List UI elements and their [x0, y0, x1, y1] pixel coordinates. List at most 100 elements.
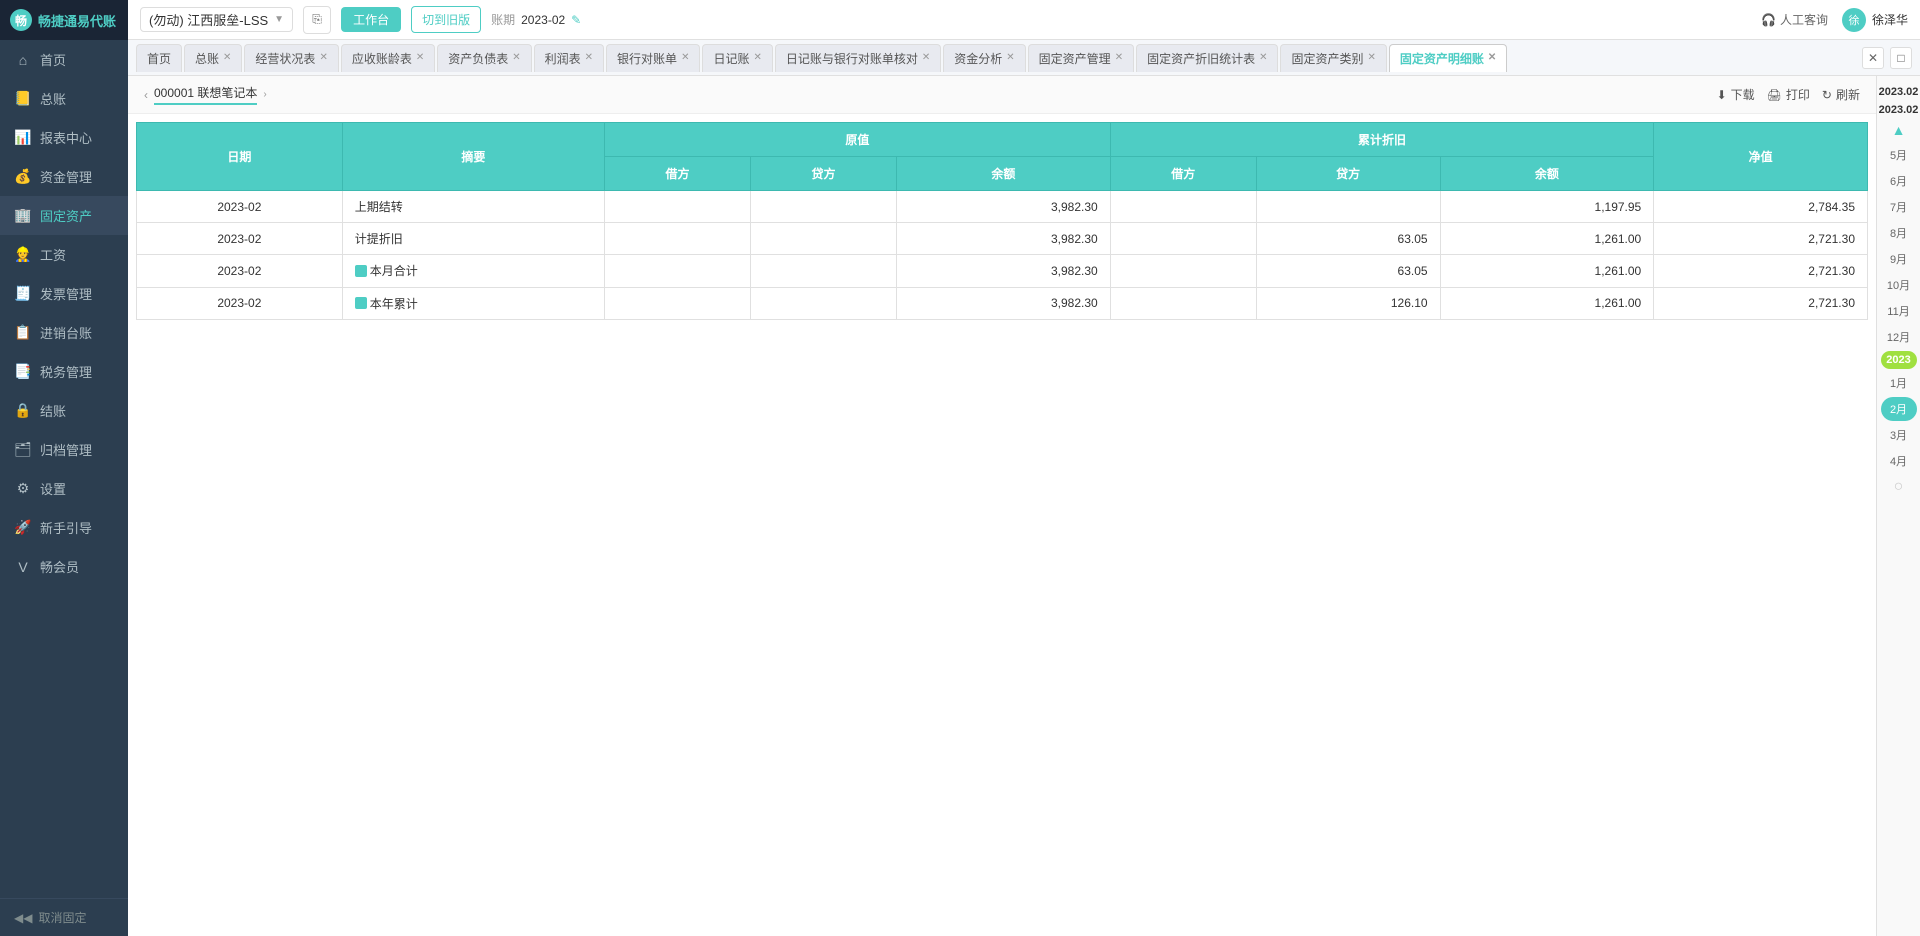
download-btn[interactable]: ⬇ 下载 — [1717, 86, 1755, 103]
main-area: (勿动) 江西服垒-LSS ▼ ⎘ 工作台 切到旧版 账期 2023-02 ✎ … — [128, 0, 1920, 936]
timeline-month-5[interactable]: 5月 — [1881, 143, 1917, 167]
timeline-month-11[interactable]: 11月 — [1881, 299, 1917, 323]
company-arrow-icon: ▼ — [274, 14, 284, 25]
table-row: 2023-02计提折旧3,982.3063.051,261.002,721.30 — [137, 223, 1868, 255]
breadcrumb-item: 000001 联想笔记本 — [154, 84, 257, 105]
breadcrumb-back-btn[interactable]: ‹ — [144, 88, 148, 102]
timeline-month-1[interactable]: 1月 — [1881, 371, 1917, 395]
tab-business[interactable]: 经营状况表 ✕ — [244, 44, 338, 72]
close-other-tabs-btn[interactable]: ✕ — [1862, 47, 1884, 69]
tab-fixed-dep-label: 固定资产折旧统计表 — [1147, 50, 1255, 67]
sidebar-item-wages[interactable]: 👷 工资 — [0, 235, 128, 274]
workbench-button[interactable]: 工作台 — [341, 7, 401, 32]
timeline-month-7[interactable]: 7月 — [1881, 195, 1917, 219]
tabbar-controls: ✕ □ — [1862, 47, 1912, 69]
sidebar-item-fixed-assets[interactable]: 🏢 固定资产 — [0, 196, 128, 235]
col-orig-debit: 借方 — [604, 157, 750, 191]
sidebar-item-funds[interactable]: 💰 资金管理 — [0, 157, 128, 196]
sidebar-unpin-btn[interactable]: ◀◀ 取消固定 — [0, 898, 128, 936]
app-name: 畅捷通易代账 — [38, 11, 116, 30]
timeline-month-6[interactable]: 6月 — [1881, 169, 1917, 193]
page-content: ‹ 000001 联想笔记本 › ⬇ 下载 🖨 打印 ↻ 刷新 — [128, 76, 1876, 936]
sidebar-item-label: 进销台账 — [40, 323, 92, 342]
sidebar-item-ledger[interactable]: 📒 总账 — [0, 79, 128, 118]
tab-fixed-dep[interactable]: 固定资产折旧统计表 ✕ — [1136, 44, 1278, 72]
col-header-original: 原值 — [604, 123, 1110, 157]
home-icon: ⌂ — [14, 52, 32, 68]
switch-version-button[interactable]: 切到旧版 — [411, 6, 481, 33]
tab-profit-close[interactable]: ✕ — [585, 53, 593, 63]
col-header-accumulated: 累计折旧 — [1110, 123, 1654, 157]
tab-ledger[interactable]: 总账 ✕ — [184, 44, 242, 72]
tab-receivable[interactable]: 应收账龄表 ✕ — [341, 44, 435, 72]
tab-balance-close[interactable]: ✕ — [512, 53, 520, 63]
closing-icon: 🔒 — [14, 402, 32, 419]
refresh-icon: ↻ — [1822, 88, 1832, 102]
tab-fixed-mgmt-label: 固定资产管理 — [1039, 50, 1111, 67]
sidebar-item-label: 首页 — [40, 50, 66, 69]
tab-journal-bank-close[interactable]: ✕ — [922, 53, 930, 63]
sidebar-item-label: 固定资产 — [40, 206, 92, 225]
tab-ledger-close[interactable]: ✕ — [223, 53, 231, 63]
period-display: 账期 2023-02 ✎ — [491, 11, 581, 28]
tab-fund-analysis-close[interactable]: ✕ — [1006, 53, 1014, 63]
timeline-month-8[interactable]: 8月 — [1881, 221, 1917, 245]
print-btn[interactable]: 🖨 打印 — [1767, 86, 1810, 103]
tab-fund-analysis[interactable]: 资金分析 ✕ — [943, 44, 1025, 72]
timeline-month-12[interactable]: 12月 — [1881, 325, 1917, 349]
tab-balance[interactable]: 资产负债表 ✕ — [437, 44, 531, 72]
timeline-month-2-active[interactable]: 2月 — [1881, 397, 1917, 421]
tab-fixed-type[interactable]: 固定资产类别 ✕ — [1280, 44, 1386, 72]
tab-business-close[interactable]: ✕ — [319, 53, 327, 63]
sidebar-item-tax[interactable]: 📑 税务管理 — [0, 352, 128, 391]
avatar-initials: 徐 — [1848, 12, 1859, 28]
tab-bank[interactable]: 银行对账单 ✕ — [606, 44, 700, 72]
topbar-right: 🎧 人工客询 徐 徐泽华 — [1761, 8, 1908, 32]
sidebar-item-closing[interactable]: 🔒 结账 — [0, 391, 128, 430]
tab-journal-close[interactable]: ✕ — [753, 53, 761, 63]
tab-fixed-detail[interactable]: 固定资产明细账 ✕ — [1389, 44, 1507, 72]
tab-journal-bank[interactable]: 日记账与银行对账单核对 ✕ — [775, 44, 941, 72]
sidebar-item-label: 发票管理 — [40, 284, 92, 303]
timeline-month-9[interactable]: 9月 — [1881, 247, 1917, 271]
tab-journal[interactable]: 日记账 ✕ — [702, 44, 772, 72]
copy-button[interactable]: ⎘ — [303, 6, 331, 34]
sales-icon: 📋 — [14, 324, 32, 341]
breadcrumb-bar: ‹ 000001 联想笔记本 › ⬇ 下载 🖨 打印 ↻ 刷新 — [128, 76, 1876, 114]
sidebar-item-invoices[interactable]: 🧾 发票管理 — [0, 274, 128, 313]
company-selector[interactable]: (勿动) 江西服垒-LSS ▼ — [140, 7, 293, 32]
tab-fixed-dep-close[interactable]: ✕ — [1259, 53, 1267, 63]
tab-fixed-type-close[interactable]: ✕ — [1368, 53, 1376, 63]
sidebar-item-guide[interactable]: 🚀 新手引导 — [0, 508, 128, 547]
timeline-month-10[interactable]: 10月 — [1881, 273, 1917, 297]
col-orig-balance: 余额 — [897, 157, 1111, 191]
customer-service-btn[interactable]: 🎧 人工客询 — [1761, 11, 1828, 28]
sidebar-item-home[interactable]: ⌂ 首页 — [0, 40, 128, 79]
sidebar-item-reports[interactable]: 📊 报表中心 — [0, 118, 128, 157]
timeline-month-3[interactable]: 3月 — [1881, 423, 1917, 447]
timeline-up-btn[interactable]: ▲ — [1888, 118, 1910, 142]
user-menu[interactable]: 徐 徐泽华 — [1842, 8, 1908, 32]
sidebar-item-sales-ledger[interactable]: 📋 进销台账 — [0, 313, 128, 352]
maximize-tab-btn[interactable]: □ — [1890, 47, 1912, 69]
ledger-icon: 📒 — [14, 90, 32, 107]
tab-fixed-detail-close[interactable]: ✕ — [1488, 53, 1496, 63]
tab-bank-close[interactable]: ✕ — [681, 53, 689, 63]
app-logo: 畅 畅捷通易代账 — [0, 0, 128, 40]
sidebar-item-settings[interactable]: ⚙ 设置 — [0, 469, 128, 508]
tab-journal-bank-label: 日记账与银行对账单核对 — [786, 50, 918, 67]
tab-profit[interactable]: 利润表 ✕ — [534, 44, 604, 72]
tab-home[interactable]: 首页 — [136, 44, 182, 72]
timeline-month-4[interactable]: 4月 — [1881, 449, 1917, 473]
settings-icon: ⚙ — [14, 480, 32, 497]
tab-receivable-close[interactable]: ✕ — [416, 53, 424, 63]
sidebar-item-vip[interactable]: V 畅会员 — [0, 547, 128, 586]
tab-fixed-mgmt[interactable]: 固定资产管理 ✕ — [1028, 44, 1134, 72]
period-edit-icon[interactable]: ✎ — [571, 13, 581, 27]
tab-fixed-mgmt-close[interactable]: ✕ — [1115, 53, 1123, 63]
sidebar-item-archive[interactable]: 🗂 归档管理 — [0, 430, 128, 469]
guide-icon: 🚀 — [14, 519, 32, 536]
refresh-btn[interactable]: ↻ 刷新 — [1822, 86, 1860, 103]
timeline-panel: 2023.02 2023.02 ▲ 5月 6月 7月 8月 9月 10月 11月… — [1876, 76, 1920, 936]
archive-icon: 🗂 — [14, 441, 32, 458]
